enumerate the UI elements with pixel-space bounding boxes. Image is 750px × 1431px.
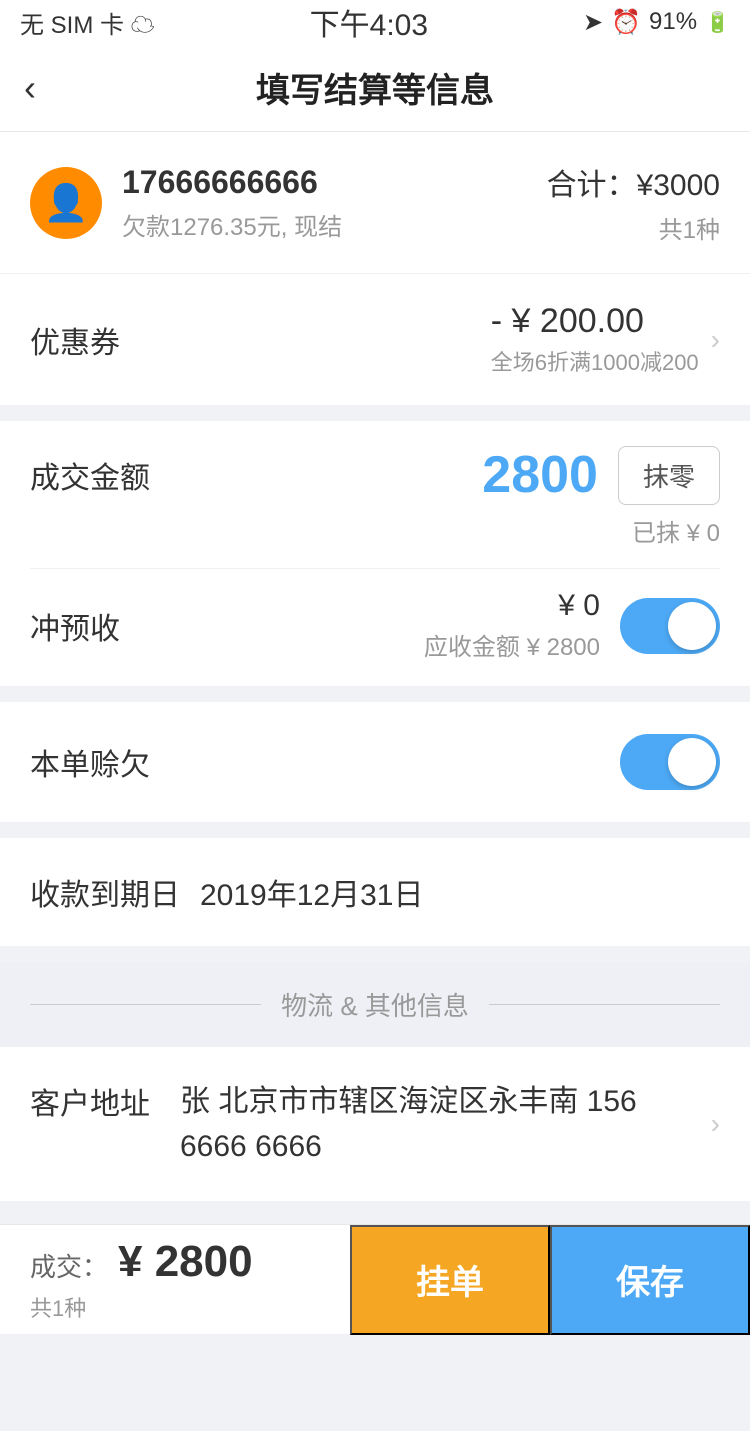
customer-row: 👤 17666666666 欠款1276.35元, 现结 合计：¥3000 共1… [0, 132, 750, 273]
status-bar: 无 SIM 卡 ☁ 下午4:03 ➤ ⏰ 91% 🔋 [0, 0, 750, 44]
footer-deal-amount: ¥ 2800 [118, 1237, 253, 1287]
customer-right: 合计：¥3000 共1种 [547, 160, 720, 245]
footer-bar: 成交： ¥ 2800 共1种 挂单 保存 [0, 1224, 750, 1334]
footer-info: 成交： ¥ 2800 共1种 [0, 1237, 350, 1323]
customer-section: 👤 17666666666 欠款1276.35元, 现结 合计：¥3000 共1… [0, 132, 750, 405]
footer-deal-label: 成交： [30, 1247, 108, 1284]
customer-phone: 17666666666 [122, 164, 342, 201]
prepay-value-group: ¥ 0 应收金额 ¥ 2800 [424, 589, 600, 662]
status-time: 下午4:03 [310, 0, 428, 44]
deal-amount-sub: 已抹 ¥ 0 [632, 520, 720, 547]
prepay-label: 冲预收 [30, 604, 120, 648]
coupon-right: - ¥ 200.00 全场6折满1000减200 › [491, 302, 720, 377]
deal-amount-number: 2800 [482, 445, 598, 505]
customer-info: 17666666666 欠款1276.35元, 现结 [122, 164, 342, 242]
back-button[interactable]: ‹ [24, 67, 36, 109]
avatar-icon: 👤 [44, 182, 89, 224]
save-button[interactable]: 保存 [550, 1225, 750, 1335]
prepay-toggle[interactable] [620, 598, 720, 654]
address-chevron-icon: › [711, 1108, 720, 1140]
logistics-divider: 物流 & 其他信息 [0, 962, 750, 1047]
date-label: 收款到期日 [30, 870, 180, 914]
date-section: 收款到期日 2019年12月31日 [0, 838, 750, 946]
logistics-label: 物流 & 其他信息 [281, 986, 469, 1023]
coupon-info: - ¥ 200.00 全场6折满1000减200 [491, 302, 699, 377]
deal-amount-row: 成交金额 2800 抹零 [30, 445, 720, 505]
customer-debt: 欠款1276.35元, 现结 [122, 207, 342, 242]
debt-label: 本单赊欠 [30, 740, 150, 784]
debt-toggle[interactable] [620, 734, 720, 790]
battery-label: 91% [649, 8, 697, 36]
address-section[interactable]: 客户地址 张 北京市市辖区海淀区永丰南 156 6666 6666 › [0, 1047, 750, 1201]
footer-deal: 成交： ¥ 2800 [30, 1237, 320, 1287]
status-right: ➤ ⏰ 91% 🔋 [583, 8, 730, 37]
sim-label: 无 SIM 卡 ☁ [20, 5, 155, 40]
date-row: 收款到期日 2019年12月31日 [30, 870, 720, 914]
coupon-amount: - ¥ 200.00 [491, 302, 699, 341]
nav-bar: ‹ 填写结算等信息 [0, 44, 750, 132]
amount-section: 成交金额 2800 抹零 已抹 ¥ 0 冲预收 ¥ 0 应收金额 ¥ 2800 [0, 421, 750, 686]
order-total: 合计：¥3000 [547, 160, 720, 204]
page-title: 填写结算等信息 [256, 63, 494, 112]
status-left: 无 SIM 卡 ☁ [20, 5, 155, 40]
prepay-right: ¥ 0 应收金额 ¥ 2800 [424, 589, 720, 662]
alarm-icon: ⏰ [611, 8, 641, 37]
battery-icon: 🔋 [705, 10, 730, 35]
footer-count: 共1种 [30, 1291, 320, 1323]
divider-line-right [489, 1004, 720, 1005]
prepay-amount: ¥ 0 [424, 589, 600, 623]
section-divider [30, 568, 720, 569]
customer-left: 👤 17666666666 欠款1276.35元, 现结 [30, 164, 342, 242]
prepay-sub: 应收金额 ¥ 2800 [424, 627, 600, 662]
coupon-row[interactable]: 优惠券 - ¥ 200.00 全场6折满1000减200 › [0, 273, 750, 405]
address-value: 张 北京市市辖区海淀区永丰南 156 6666 6666 [180, 1079, 711, 1169]
coupon-label: 优惠券 [30, 318, 120, 362]
date-value: 2019年12月31日 [200, 870, 423, 914]
deal-amount-label: 成交金额 [30, 453, 150, 497]
hold-order-button[interactable]: 挂单 [350, 1225, 550, 1335]
location-icon: ➤ [583, 8, 603, 37]
prepay-row: 冲预收 ¥ 0 应收金额 ¥ 2800 [30, 589, 720, 662]
address-label: 客户地址 [30, 1079, 150, 1123]
avatar: 👤 [30, 167, 102, 239]
coupon-chevron-icon: › [711, 324, 720, 356]
order-count: 共1种 [547, 210, 720, 245]
divider-line-left [30, 1004, 261, 1005]
coupon-desc: 全场6折满1000减200 [491, 345, 699, 377]
debt-section: 本单赊欠 [0, 702, 750, 822]
round-button[interactable]: 抹零 [618, 446, 720, 505]
deal-amount-value-group: 2800 抹零 [482, 445, 720, 505]
